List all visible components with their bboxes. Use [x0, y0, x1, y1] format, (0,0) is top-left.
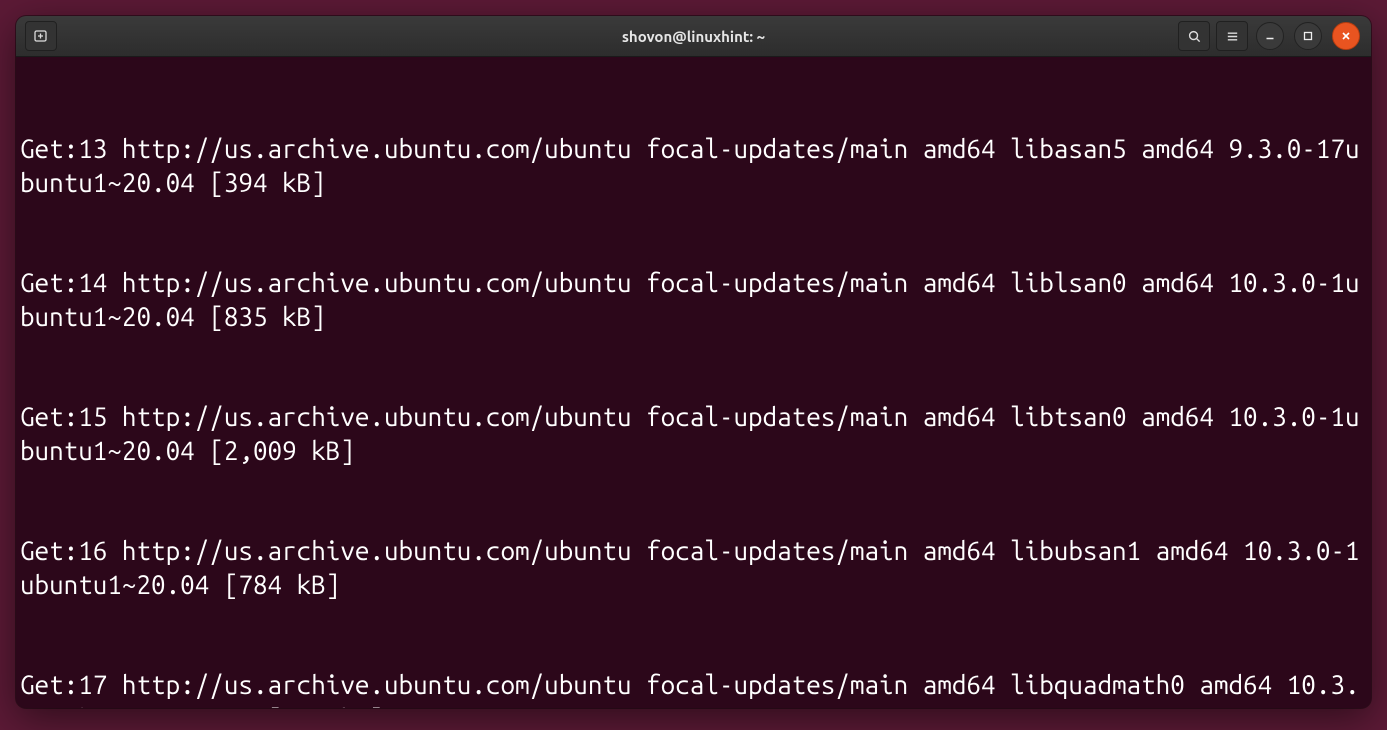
terminal-line: Get:14 http://us.archive.ubuntu.com/ubun…	[20, 266, 1367, 333]
terminal-line: Get:15 http://us.archive.ubuntu.com/ubun…	[20, 400, 1367, 467]
search-button[interactable]	[1178, 21, 1210, 51]
terminal-window: shovon@linuxhint: ~	[16, 16, 1371, 708]
hamburger-icon	[1225, 29, 1240, 44]
terminal-line: Get:17 http://us.archive.ubuntu.com/ubun…	[20, 668, 1367, 708]
search-icon	[1187, 29, 1202, 44]
close-icon	[1340, 30, 1352, 42]
close-button[interactable]	[1332, 22, 1360, 50]
titlebar-right	[1175, 21, 1365, 51]
terminal-body[interactable]: Get:13 http://us.archive.ubuntu.com/ubun…	[16, 57, 1371, 708]
titlebar: shovon@linuxhint: ~	[16, 16, 1371, 57]
new-tab-icon	[33, 28, 49, 44]
minimize-button[interactable]	[1256, 22, 1284, 50]
terminal-line: Get:13 http://us.archive.ubuntu.com/ubun…	[20, 132, 1367, 199]
terminal-line: Get:16 http://us.archive.ubuntu.com/ubun…	[20, 534, 1367, 601]
maximize-button[interactable]	[1294, 22, 1322, 50]
window-title: shovon@linuxhint: ~	[16, 28, 1371, 45]
new-tab-button[interactable]	[25, 21, 57, 51]
maximize-icon	[1302, 30, 1314, 42]
minimize-icon	[1264, 30, 1276, 42]
titlebar-left	[22, 21, 60, 51]
menu-button[interactable]	[1216, 21, 1248, 51]
